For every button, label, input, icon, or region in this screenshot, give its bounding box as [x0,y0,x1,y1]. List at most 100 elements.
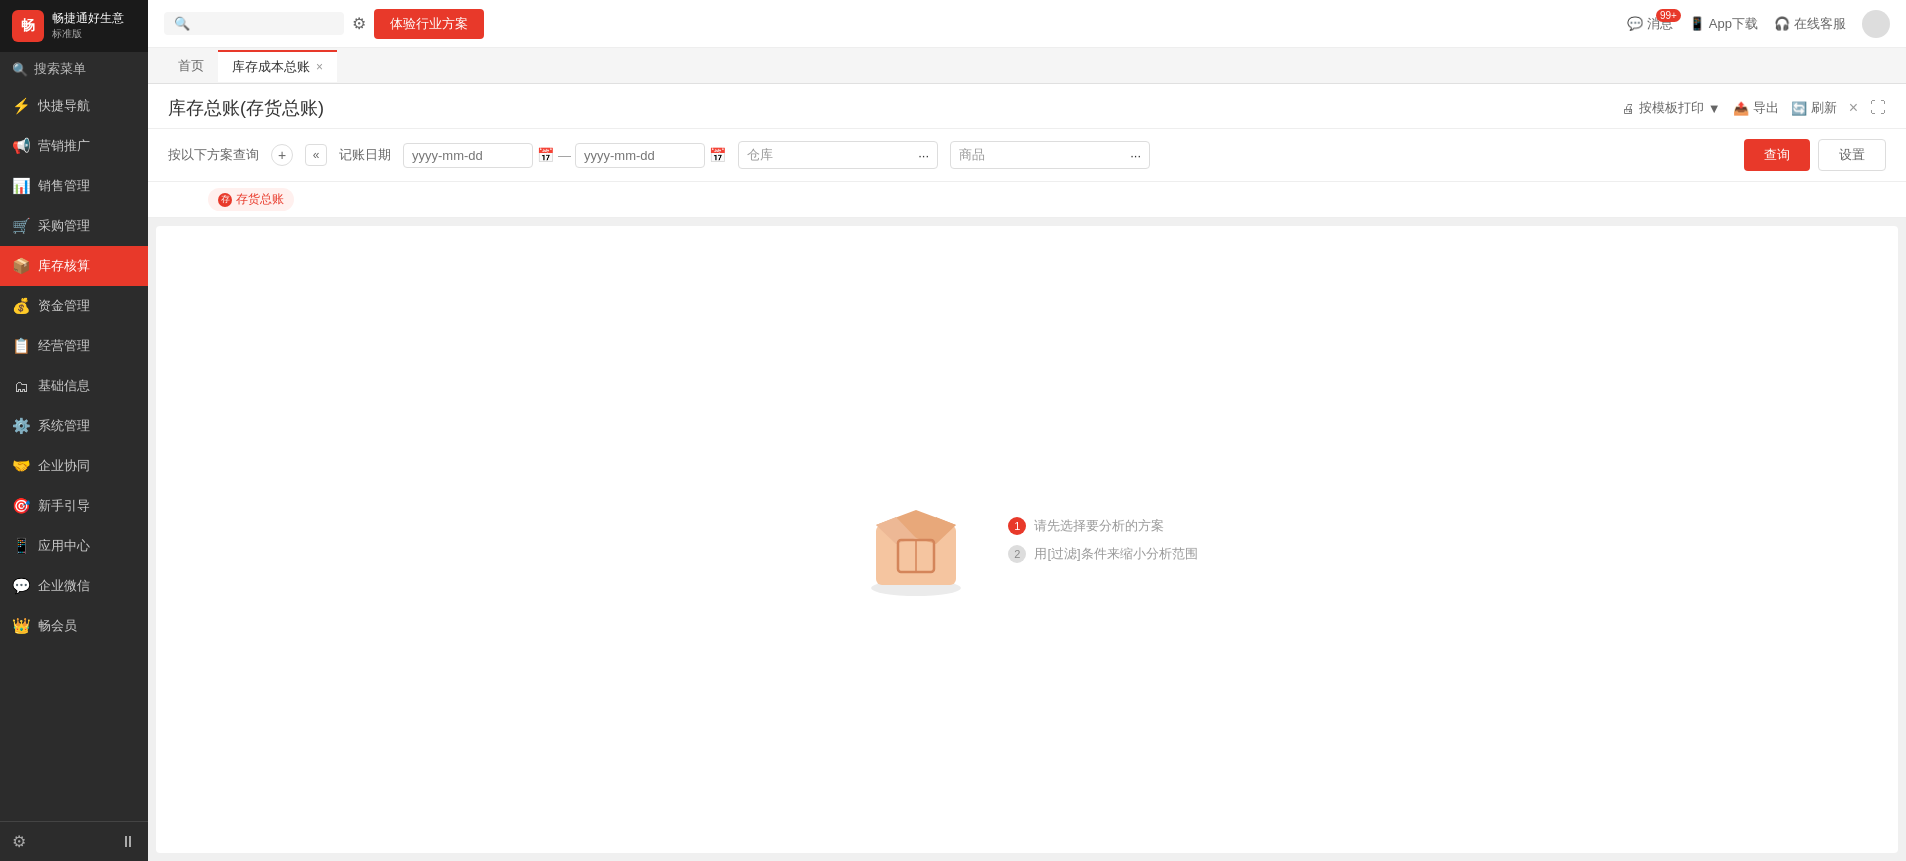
topbar: 🔍 ⚙ 体验行业方案 💬 消息 99+ 📱 App下载 🎧 在线客服 [148,0,1906,48]
hint-text-1: 请先选择要分析的方案 [1034,517,1164,535]
sidebar-logo: 畅 畅捷通好生意 标准版 [0,0,148,52]
collapse-icon[interactable]: ⏸ [120,833,136,851]
calendar-end-icon[interactable]: 📅 [709,147,726,163]
hint-num-1: 1 [1008,517,1026,535]
scheme-chip[interactable]: 存 存货总账 [208,188,294,211]
system-icon: ⚙️ [12,417,30,435]
empty-illustration [856,480,976,600]
sidebar-item-enterprise[interactable]: 🤝 企业协同 [0,446,148,486]
sidebar-nav: ⚡ 快捷导航 📢 营销推广 📊 销售管理 🛒 采购管理 📦 库存核算 💰 资金管… [0,86,148,821]
sidebar-item-label: 库存核算 [38,257,90,275]
sidebar-item-label: 企业微信 [38,577,90,595]
tab-close-button[interactable]: × [316,60,323,74]
sidebar-item-basic[interactable]: 🗂 基础信息 [0,366,148,406]
hint-item-2: 2 用[过滤]条件来缩小分析范围 [1008,545,1197,563]
tab-inventory-ledger[interactable]: 库存成本总账 × [218,50,337,82]
sidebar-item-label: 营销推广 [38,137,90,155]
query-button[interactable]: 查询 [1744,139,1810,171]
warehouse-select[interactable]: 仓库 ··· [738,141,938,169]
tabbar: 首页 库存成本总账 × [148,48,1906,84]
sidebar-item-wechat[interactable]: 💬 企业微信 [0,566,148,606]
app-download-button[interactable]: 📱 App下载 [1689,15,1758,33]
export-button[interactable]: 📤 导出 [1733,99,1779,117]
topbar-left: 🔍 ⚙ 体验行业方案 [164,9,1615,39]
topbar-right: 💬 消息 99+ 📱 App下载 🎧 在线客服 [1627,10,1890,38]
scheme-chip-icon: 存 [218,193,232,207]
sidebar-item-marketing[interactable]: 📢 营销推广 [0,126,148,166]
sidebar-item-purchase[interactable]: 🛒 采购管理 [0,206,148,246]
date-end-input[interactable] [575,143,705,168]
filter-scheme-row: 存 存货总账 [148,182,1906,218]
app-version: 标准版 [52,27,124,41]
tab-home[interactable]: 首页 [164,51,218,81]
industry-solution-button[interactable]: 体验行业方案 [374,9,484,39]
message-button[interactable]: 💬 消息 99+ [1627,15,1673,33]
capital-icon: 💰 [12,297,30,315]
shortcut-icon: ⚡ [12,97,30,115]
print-icon: 🖨 [1622,101,1635,116]
sidebar-item-label: 新手引导 [38,497,90,515]
main-content: 🔍 ⚙ 体验行业方案 💬 消息 99+ 📱 App下载 🎧 在线客服 [148,0,1906,861]
sidebar-item-operation[interactable]: 📋 经营管理 [0,326,148,366]
refresh-button[interactable]: 🔄 刷新 [1791,99,1837,117]
sidebar-item-label: 快捷导航 [38,97,90,115]
inventory-icon: 📦 [12,257,30,275]
page-title: 库存总账(存货总账) [168,96,324,120]
calendar-start-icon[interactable]: 📅 [537,147,554,163]
filter-date-group: 📅 — 📅 [403,143,726,168]
sidebar-item-sales[interactable]: 📊 销售管理 [0,166,148,206]
sidebar-item-label: 经营管理 [38,337,90,355]
filter-bar: 按以下方案查询 + « 记账日期 📅 — 📅 仓库 ··· 商品 ··· 查询 [148,129,1906,182]
page-header: 库存总账(存货总账) 🖨 按模板打印 ▼ 📤 导出 🔄 刷新 × ⛶ [148,84,1906,129]
online-service-label: 在线客服 [1794,15,1846,33]
logo-text-block: 畅捷通好生意 标准版 [52,11,124,41]
guide-icon: 🎯 [12,497,30,515]
page-header-actions: 🖨 按模板打印 ▼ 📤 导出 🔄 刷新 × ⛶ [1622,99,1886,117]
refresh-label: 刷新 [1811,99,1837,117]
search-icon: 🔍 [12,62,28,77]
filter-add-button[interactable]: + [271,144,293,166]
hint-item-1: 1 请先选择要分析的方案 [1008,517,1197,535]
sidebar-item-capital[interactable]: 💰 资金管理 [0,286,148,326]
user-avatar[interactable] [1862,10,1890,38]
member-icon: 👑 [12,617,30,635]
marketing-icon: 📢 [12,137,30,155]
print-button[interactable]: 🖨 按模板打印 ▼ [1622,99,1721,117]
online-service-button[interactable]: 🎧 在线客服 [1774,15,1846,33]
export-icon: 📤 [1733,101,1749,116]
page-container: 库存总账(存货总账) 🖨 按模板打印 ▼ 📤 导出 🔄 刷新 × ⛶ [148,84,1906,861]
page-close-button[interactable]: × [1849,99,1858,117]
search-menu-label: 搜索菜单 [34,60,86,78]
filter-label: 按以下方案查询 [168,146,259,164]
empty-hints: 1 请先选择要分析的方案 2 用[过滤]条件来缩小分析范围 [1008,517,1197,563]
date-start-input[interactable] [403,143,533,168]
sidebar-item-system[interactable]: ⚙️ 系统管理 [0,406,148,446]
sidebar-item-guide[interactable]: 🎯 新手引导 [0,486,148,526]
sidebar-item-app-center[interactable]: 📱 应用中心 [0,526,148,566]
setting-button[interactable]: 设置 [1818,139,1886,171]
settings-icon[interactable]: ⚙ [12,832,26,851]
sidebar-item-label: 采购管理 [38,217,90,235]
sidebar-item-member[interactable]: 👑 畅会员 [0,606,148,646]
date-separator: — [558,148,571,163]
hint-text-2: 用[过滤]条件来缩小分析范围 [1034,545,1197,563]
print-dropdown-icon: ▼ [1708,101,1721,116]
empty-area: 1 请先选择要分析的方案 2 用[过滤]条件来缩小分析范围 [156,226,1898,853]
topbar-search-icon: 🔍 [174,16,190,31]
page-expand-button[interactable]: ⛶ [1870,99,1886,117]
sidebar-item-label: 资金管理 [38,297,90,315]
active-tab-label: 库存成本总账 [232,58,310,76]
sidebar-item-label: 基础信息 [38,377,90,395]
filter-collapse-button[interactable]: « [305,144,327,166]
sidebar-item-shortcut[interactable]: ⚡ 快捷导航 [0,86,148,126]
sidebar-search[interactable]: 🔍 搜索菜单 [0,52,148,86]
app-download-label: App下载 [1709,15,1758,33]
sidebar-item-inventory[interactable]: 📦 库存核算 [0,246,148,286]
warehouse-more-icon: ··· [918,148,929,163]
topbar-search-area[interactable]: 🔍 [164,12,344,35]
product-select[interactable]: 商品 ··· [950,141,1150,169]
empty-content: 1 请先选择要分析的方案 2 用[过滤]条件来缩小分析范围 [856,480,1197,600]
sidebar-item-label: 畅会员 [38,617,77,635]
topbar-gear-button[interactable]: ⚙ [352,14,366,33]
date-label: 记账日期 [339,146,391,164]
